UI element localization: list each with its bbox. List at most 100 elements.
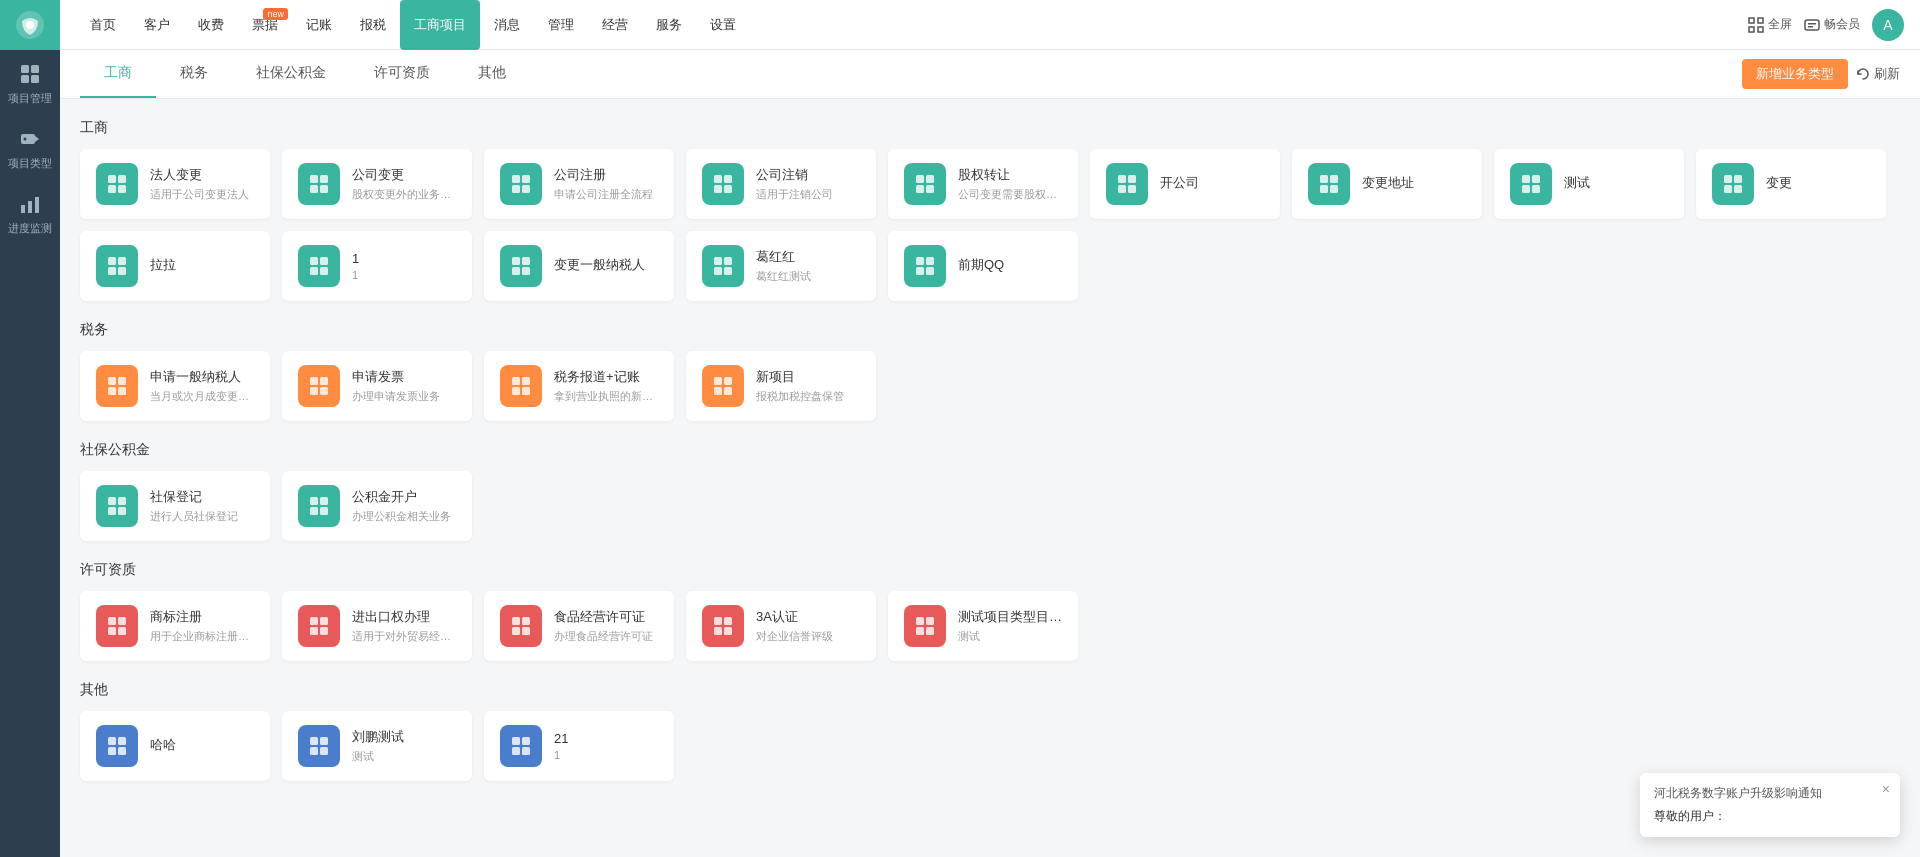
card-icon [904, 245, 946, 287]
sidebar-item-project-mgmt[interactable]: 项目管理 [0, 50, 60, 115]
svg-rect-36 [926, 175, 934, 183]
card-one[interactable]: 11 [282, 231, 472, 301]
nav-service[interactable]: 服务 [642, 0, 696, 50]
svg-rect-22 [118, 185, 126, 193]
card-equity-transfer[interactable]: 股权转让公司变更需要股权转让 [888, 149, 1078, 219]
svg-rect-2 [21, 65, 29, 73]
card-apply-invoice[interactable]: 申请发票办理申请发票业务 [282, 351, 472, 421]
card-desc: 当月或次月成变更完成 [150, 389, 254, 404]
svg-rect-77 [108, 387, 116, 395]
card-info: 公司注销适用于注销公司 [756, 166, 860, 202]
card-food-license[interactable]: 食品经营许可证办理食品经营许可证 [484, 591, 674, 661]
card-3a-cert[interactable]: 3A认证对企业信誉评级 [686, 591, 876, 661]
card-name: 21 [554, 731, 658, 746]
card-info: 哈哈 [150, 736, 254, 757]
cards-grid: 申请一般纳税人当月或次月成变更完成 申请发票办理申请发票业务 税务报道+记账拿到… [80, 351, 1900, 421]
svg-rect-72 [926, 257, 934, 265]
nav-manage[interactable]: 管理 [534, 0, 588, 50]
card-icon [96, 163, 138, 205]
card-qianqiQQ[interactable]: 前期QQ [888, 231, 1078, 301]
card-icon [500, 365, 542, 407]
card-gehonghong[interactable]: 葛红红葛红红测试 [686, 231, 876, 301]
card-desc: 拿到营业执照的新公司 [554, 389, 658, 404]
nav-message[interactable]: 消息 [480, 0, 534, 50]
card-desc: 适用于公司变更法人 [150, 187, 254, 202]
refresh-button[interactable]: 刷新 [1856, 65, 1900, 83]
card-test-type-def[interactable]: 测试项目类型目定义测试 [888, 591, 1078, 661]
svg-rect-110 [522, 627, 530, 635]
add-business-type-button[interactable]: 新增业务类型 [1742, 59, 1848, 89]
fullscreen-btn[interactable]: 全屏 [1748, 16, 1792, 33]
svg-rect-124 [320, 737, 328, 745]
card-liupengtest[interactable]: 刘鹏测试测试 [282, 711, 472, 781]
svg-rect-87 [714, 377, 722, 385]
card-info: 前期QQ [958, 256, 1062, 277]
nav-home[interactable]: 首页 [76, 0, 130, 50]
card-company-change[interactable]: 公司变更股权变更外的业务变更 [282, 149, 472, 219]
card-company-register[interactable]: 公司注册申请公司注册全流程 [484, 149, 674, 219]
sidebar-item-progress-monitor[interactable]: 进度监测 [0, 180, 60, 245]
svg-rect-18 [1808, 26, 1813, 28]
card-fund-open[interactable]: 公积金开户办理公积金相关业务 [282, 471, 472, 541]
card-trademark[interactable]: 商标注册用于企业商标注册服务 [80, 591, 270, 661]
nav-settings[interactable]: 设置 [696, 0, 750, 50]
tab-tax[interactable]: 税务 [156, 50, 232, 98]
svg-rect-65 [512, 267, 520, 275]
card-desc: 股权变更外的业务变更 [352, 187, 456, 202]
svg-rect-108 [522, 617, 530, 625]
card-change-taxpayer[interactable]: 变更一般纳税人 [484, 231, 674, 301]
card-change-address[interactable]: 变更地址 [1292, 149, 1482, 219]
card-company-cancel[interactable]: 公司注销适用于注销公司 [686, 149, 876, 219]
card-change[interactable]: 变更 [1696, 149, 1886, 219]
card-info: 211 [554, 731, 658, 761]
nav-ticket[interactable]: 票据 new [238, 0, 292, 50]
card-twentyone[interactable]: 211 [484, 711, 674, 781]
svg-rect-66 [522, 267, 530, 275]
nav-bookkeep[interactable]: 记账 [292, 0, 346, 50]
card-open-company[interactable]: 开公司 [1090, 149, 1280, 219]
svg-rect-49 [1522, 185, 1530, 193]
svg-rect-94 [118, 507, 126, 515]
svg-rect-103 [310, 617, 318, 625]
nav-bizproject[interactable]: 工商项目 [400, 0, 480, 50]
card-desc: 测试 [352, 749, 456, 764]
card-lala[interactable]: 拉拉 [80, 231, 270, 301]
svg-rect-13 [1758, 18, 1763, 23]
member-btn[interactable]: 畅会员 [1804, 16, 1860, 33]
notification-close-btn[interactable]: × [1882, 781, 1890, 797]
card-haha[interactable]: 哈哈 [80, 711, 270, 781]
card-desc: 用于企业商标注册服务 [150, 629, 254, 644]
card-legal-change[interactable]: 法人变更适用于公司变更法人 [80, 149, 270, 219]
card-test[interactable]: 测试 [1494, 149, 1684, 219]
sidebar-item-project-type[interactable]: 项目类型 [0, 115, 60, 180]
svg-rect-64 [522, 257, 530, 265]
nav-operation[interactable]: 经营 [588, 0, 642, 50]
nav-client[interactable]: 客户 [130, 0, 184, 50]
svg-rect-129 [512, 747, 520, 755]
tab-biz[interactable]: 工商 [80, 50, 156, 98]
section-title: 工商 [80, 119, 1900, 137]
topnav: 首页 客户 收费 票据 new 记账 报税 工商项目 消息 管理 经营 服务 设… [60, 0, 1920, 50]
card-social-register[interactable]: 社保登记进行人员社保登记 [80, 471, 270, 541]
notification-content: 尊敬的用户： [1654, 808, 1886, 825]
card-tax-report-bookkeep[interactable]: 税务报道+记账拿到营业执照的新公司 [484, 351, 674, 421]
card-import-export[interactable]: 进出口权办理适用于对外贸易经营者 [282, 591, 472, 661]
section-title: 社保公积金 [80, 441, 1900, 459]
tab-license[interactable]: 许可资质 [350, 50, 454, 98]
card-icon [1712, 163, 1754, 205]
card-new-project[interactable]: 新项目报税加税控盘保管 [686, 351, 876, 421]
card-icon [96, 245, 138, 287]
svg-rect-50 [1532, 185, 1540, 193]
nav-tax[interactable]: 报税 [346, 0, 400, 50]
tab-social[interactable]: 社保公积金 [232, 50, 350, 98]
card-name: 食品经营许可证 [554, 608, 658, 626]
svg-rect-23 [310, 175, 318, 183]
tab-other[interactable]: 其他 [454, 50, 530, 98]
avatar[interactable]: A [1872, 9, 1904, 41]
card-apply-taxpayer[interactable]: 申请一般纳税人当月或次月成变更完成 [80, 351, 270, 421]
svg-rect-71 [916, 257, 924, 265]
svg-rect-130 [522, 747, 530, 755]
svg-rect-9 [21, 205, 25, 213]
card-desc: 办理申请发票业务 [352, 389, 456, 404]
nav-fee[interactable]: 收费 [184, 0, 238, 50]
